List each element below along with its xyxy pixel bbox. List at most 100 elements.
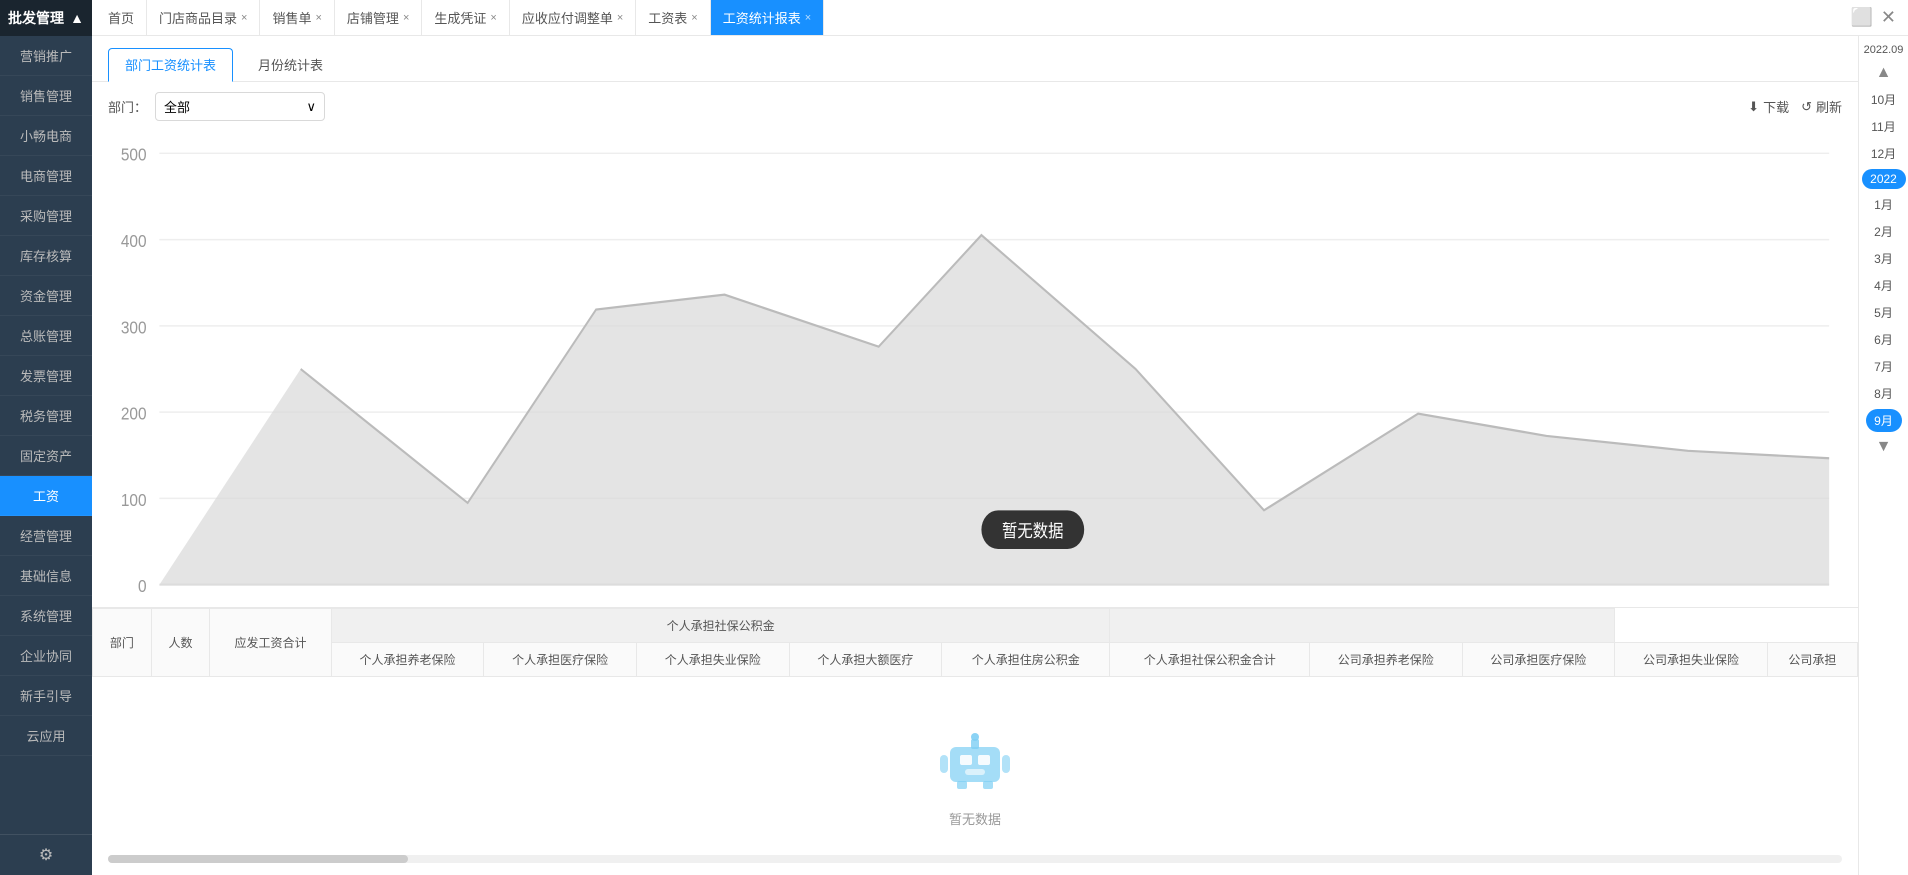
download-icon: ⬇ [1748, 99, 1759, 115]
svg-text:500: 500 [121, 145, 147, 165]
tab-1[interactable]: 门店商品目录 × [147, 0, 260, 35]
sidebar-footer[interactable]: ⚙ [0, 834, 92, 875]
tab-5[interactable]: 应收应付调整单 × [510, 0, 636, 35]
tab-close-7[interactable]: × [805, 12, 811, 24]
sidebar-header[interactable]: 批发管理 ▲ [0, 0, 92, 36]
refresh-button[interactable]: ↺ 刷新 [1801, 97, 1842, 116]
sub-tab-month[interactable]: 月份统计表 [241, 48, 340, 81]
restore-window-icon[interactable]: ⬜ [1850, 7, 1872, 28]
svg-text:暂无数据: 暂无数据 [1002, 521, 1064, 541]
sidebar-toggle-icon[interactable]: ▲ [70, 10, 84, 26]
empty-row: 暂无数据 [93, 677, 1858, 848]
year-panel-item-4[interactable]: 1月 [1862, 191, 1906, 218]
year-panel-up[interactable]: ▲ [1872, 60, 1896, 86]
sidebar: 批发管理 ▲ 营销推广销售管理小畅电商电商管理采购管理库存核算资金管理总账管理发… [0, 0, 92, 875]
dept-label: 部门： [108, 97, 147, 116]
col-p-housing: 个人承担住房公积金 [942, 643, 1110, 677]
tab-bar-right: ⬜ ✕ [1850, 7, 1904, 28]
year-panel-item-2[interactable]: 12月 [1862, 140, 1906, 167]
sidebar-item-新手引导[interactable]: 新手引导 [0, 676, 92, 716]
sidebar-item-资金管理[interactable]: 资金管理 [0, 276, 92, 316]
year-panel: 2022.09 ▲ 10月11月12月20221月2月3月4月5月6月7月8月9… [1858, 36, 1908, 875]
sidebar-item-固定资产[interactable]: 固定资产 [0, 436, 92, 476]
sub-tabs: 部门工资统计表 月份统计表 [92, 36, 1858, 82]
tab-label-6: 工资表 [648, 8, 687, 27]
sidebar-item-税务管理[interactable]: 税务管理 [0, 396, 92, 436]
year-panel-item-1[interactable]: 11月 [1862, 113, 1906, 140]
sidebar-title: 批发管理 [8, 8, 64, 28]
tab-label-5: 应收应付调整单 [522, 8, 613, 27]
sidebar-item-工资[interactable]: 工资 [0, 476, 92, 516]
col-p-pension: 个人承担养老保险 [331, 643, 484, 677]
sidebar-item-总账管理[interactable]: 总账管理 [0, 316, 92, 356]
col-p-unemployment: 个人承担失业保险 [636, 643, 789, 677]
year-panel-item-3[interactable]: 2022 [1862, 169, 1906, 189]
tab-close-6[interactable]: × [691, 12, 697, 24]
col-dept: 部门 [93, 609, 152, 677]
tab-close-3[interactable]: × [403, 12, 409, 24]
col-p-bigmedical: 个人承担大额医疗 [789, 643, 942, 677]
year-panel-item-5[interactable]: 2月 [1862, 218, 1906, 245]
close-window-icon[interactable]: ✕ [1881, 7, 1896, 28]
sidebar-item-电商管理[interactable]: 电商管理 [0, 156, 92, 196]
sidebar-item-基础信息[interactable]: 基础信息 [0, 556, 92, 596]
sidebar-item-销售管理[interactable]: 销售管理 [0, 76, 92, 116]
download-button[interactable]: ⬇ 下载 [1748, 97, 1789, 116]
tab-2[interactable]: 销售单 × [260, 0, 334, 35]
sidebar-item-库存核算[interactable]: 库存核算 [0, 236, 92, 276]
year-panel-item-7[interactable]: 4月 [1862, 272, 1906, 299]
tab-close-5[interactable]: × [617, 12, 623, 24]
scrollbar-thumb[interactable] [108, 855, 408, 863]
col-c-unemployment: 公司承担失业保险 [1615, 643, 1768, 677]
year-panel-item-10[interactable]: 7月 [1862, 353, 1906, 380]
page-content: 部门工资统计表 月份统计表 部门： 全部 ∨ ⬇ 下载 ↺ 刷新 [92, 36, 1858, 875]
year-panel-item-9[interactable]: 6月 [1862, 326, 1906, 353]
tab-6[interactable]: 工资表 × [636, 0, 710, 35]
tab-label-4: 生成凭证 [434, 8, 486, 27]
tab-4[interactable]: 生成凭证 × [422, 0, 509, 35]
year-panel-item-12[interactable]: 9月 [1866, 409, 1902, 432]
tab-close-2[interactable]: × [315, 12, 321, 24]
toolbar: 部门： 全部 ∨ ⬇ 下载 ↺ 刷新 [92, 82, 1858, 131]
dept-select[interactable]: 全部 ∨ [155, 92, 325, 121]
sidebar-item-发票管理[interactable]: 发票管理 [0, 356, 92, 396]
col-p-medical: 个人承担医疗保险 [484, 643, 637, 677]
tab-3[interactable]: 店铺管理 × [335, 0, 422, 35]
tab-0[interactable]: 首页 [96, 0, 147, 35]
empty-icon [935, 717, 1015, 797]
tab-close-1[interactable]: × [241, 12, 247, 24]
current-year-month: 2022.09 [1862, 40, 1906, 60]
sub-tab-dept[interactable]: 部门工资统计表 [108, 48, 233, 82]
empty-text: 暂无数据 [949, 809, 1001, 828]
sidebar-item-经营管理[interactable]: 经营管理 [0, 516, 92, 556]
horizontal-scrollbar[interactable] [108, 855, 1842, 863]
year-panel-down[interactable]: ▼ [1872, 434, 1896, 460]
tab-label-7: 工资统计报表 [723, 8, 801, 27]
sidebar-item-小畅电商[interactable]: 小畅电商 [0, 116, 92, 156]
tab-7[interactable]: 工资统计报表 × [711, 0, 824, 35]
year-panel-item-8[interactable]: 5月 [1862, 299, 1906, 326]
year-panel-item-11[interactable]: 8月 [1862, 380, 1906, 407]
sidebar-item-系统管理[interactable]: 系统管理 [0, 596, 92, 636]
col-personal-social: 个人承担社保公积金 [331, 609, 1110, 643]
content-area: 部门工资统计表 月份统计表 部门： 全部 ∨ ⬇ 下载 ↺ 刷新 [92, 36, 1908, 875]
tab-close-4[interactable]: × [490, 12, 496, 24]
col-count: 人数 [151, 609, 210, 677]
dept-value: 全部 [164, 97, 190, 116]
main-area: 首页门店商品目录 ×销售单 ×店铺管理 ×生成凭证 ×应收应付调整单 ×工资表 … [92, 0, 1908, 875]
settings-icon[interactable]: ⚙ [39, 847, 53, 864]
year-panel-item-0[interactable]: 10月 [1862, 86, 1906, 113]
sidebar-item-采购管理[interactable]: 采购管理 [0, 196, 92, 236]
sidebar-item-云应用[interactable]: 云应用 [0, 716, 92, 756]
sidebar-item-企业协同[interactable]: 企业协同 [0, 636, 92, 676]
year-panel-item-6[interactable]: 3月 [1862, 245, 1906, 272]
sidebar-item-营销推广[interactable]: 营销推广 [0, 36, 92, 76]
col-total-wage: 应发工资合计 [210, 609, 331, 677]
chart-svg: 500 400 300 200 100 0 [108, 131, 1842, 607]
col-c-last: 公司承担 [1767, 643, 1857, 677]
chart-area: 500 400 300 200 100 0 [92, 131, 1858, 607]
tab-label-2: 销售单 [272, 8, 311, 27]
horizontal-scrollbar-container[interactable] [92, 847, 1858, 875]
tab-label-0: 首页 [108, 8, 134, 27]
refresh-icon: ↺ [1801, 99, 1812, 115]
